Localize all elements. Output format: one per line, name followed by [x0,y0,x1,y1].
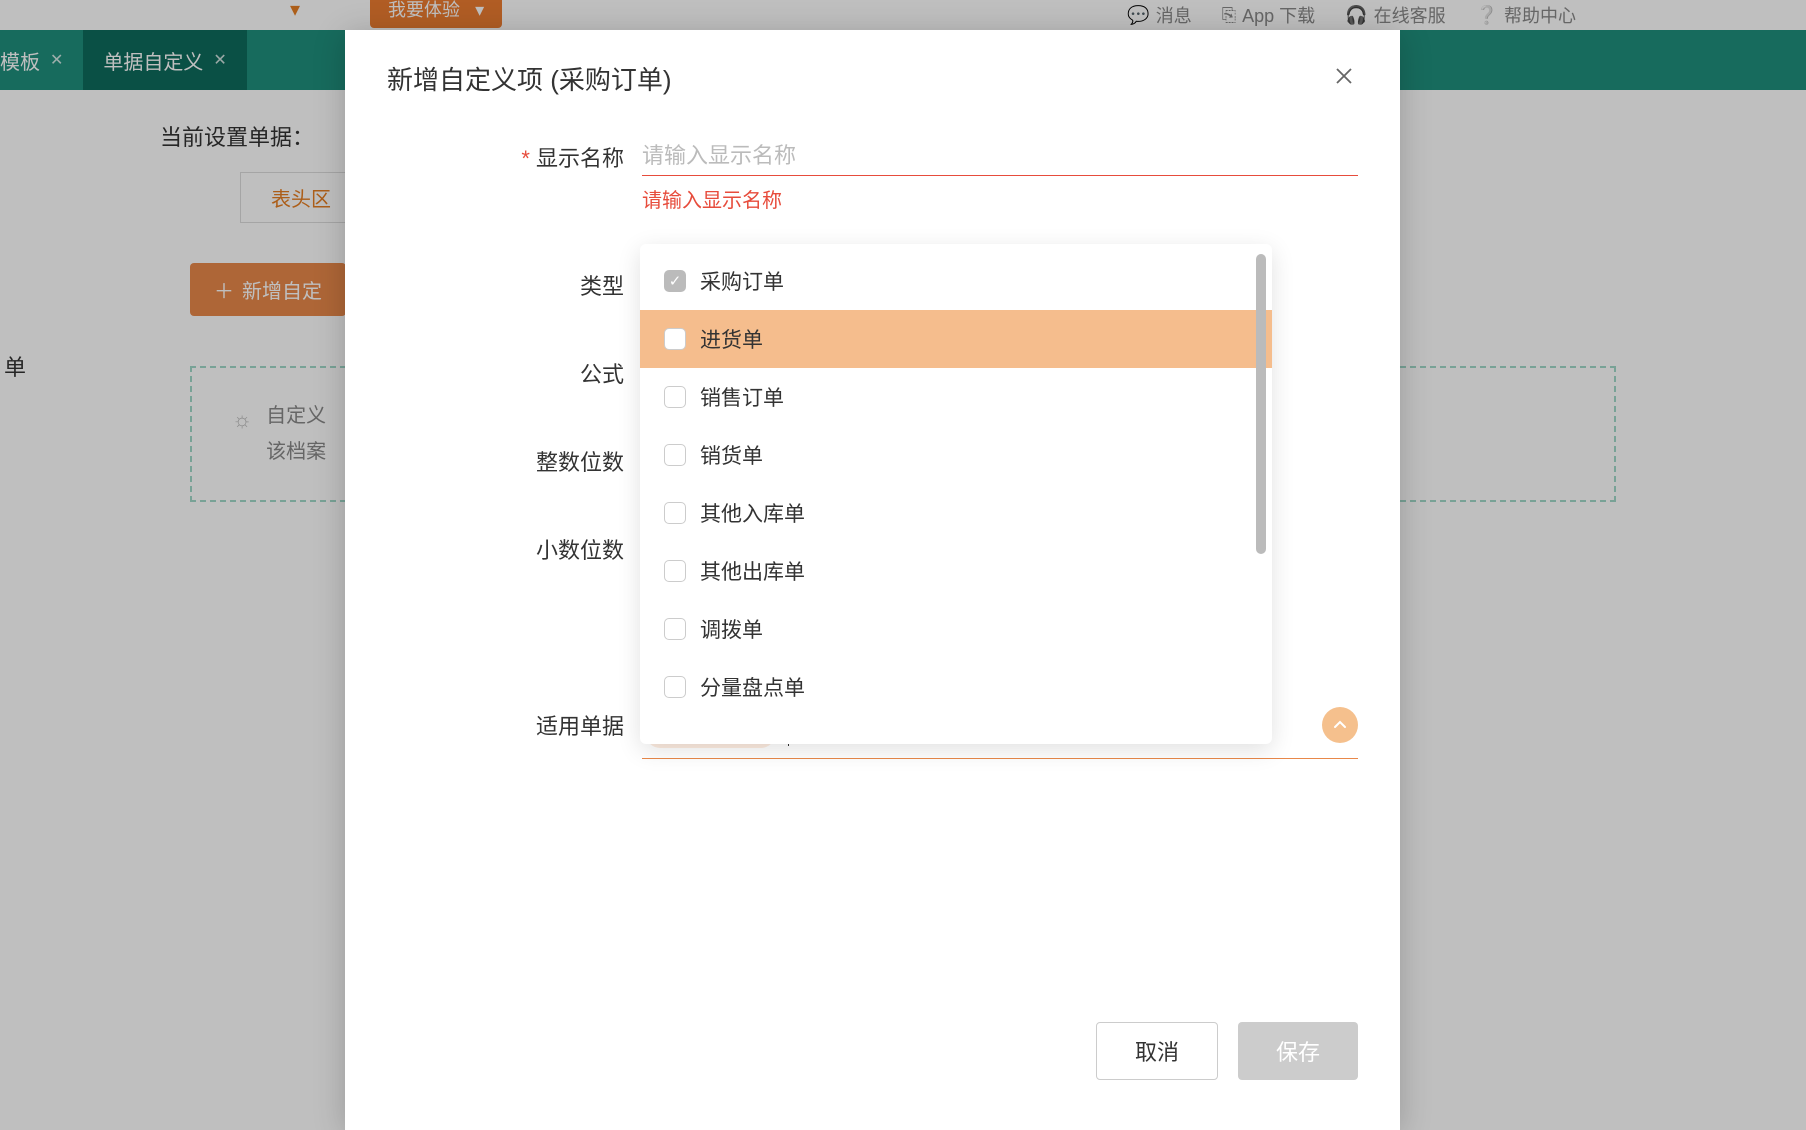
label-decimal-digits: 小数位数 [536,538,624,563]
checkbox-icon [664,386,686,408]
scrollbar-thumb[interactable] [1256,254,1266,554]
dropdown-option-label: 其他出库单 [700,556,805,586]
label-type: 类型 [580,274,624,299]
save-button[interactable]: 保存 [1238,1022,1358,1080]
checkbox-checked-icon: ✓ [664,270,686,292]
chevron-up-icon [1332,717,1348,733]
dropdown-option-label: 分量盘点单 [700,672,805,702]
cancel-button[interactable]: 取消 [1096,1022,1218,1080]
checkbox-icon [664,444,686,466]
checkbox-icon [664,676,686,698]
dropdown-option[interactable]: 进货单 [640,310,1272,368]
applicable-dropdown: ✓ 采购订单 进货单 销售订单 销货单 其他入库单 其他出库单 [640,244,1272,744]
dropdown-option-label: 其他入库单 [700,498,805,528]
cancel-label: 取消 [1135,1040,1179,1065]
dropdown-option-label: 销售订单 [700,382,784,412]
dropdown-option[interactable]: 分量盘点单 [640,658,1272,716]
checkbox-icon [664,560,686,582]
checkbox-icon [664,618,686,640]
dropdown-option[interactable]: 销售订单 [640,368,1272,426]
dropdown-option[interactable]: 调拨单 [640,600,1272,658]
checkbox-icon [664,502,686,524]
dropdown-option[interactable]: 其他入库单 [640,484,1272,542]
dropdown-option[interactable]: 其他出库单 [640,542,1272,600]
close-icon [1334,66,1354,86]
dropdown-toggle-button[interactable] [1322,707,1358,743]
dropdown-option-label: 调拨单 [700,614,763,644]
add-custom-modal: 新增自定义项 (采购订单) *显示名称 请输入显示名称 类型 公式 整数 [345,30,1400,1130]
checkbox-icon [664,328,686,350]
modal-title: 新增自定义项 (采购订单) [387,60,672,97]
dropdown-option-label: 进货单 [700,324,763,354]
label-display-name: 显示名称 [536,146,624,171]
dropdown-option-label: 采购订单 [700,266,784,296]
label-formula: 公式 [580,362,624,387]
label-applicable: 适用单据 [536,714,624,739]
dropdown-option[interactable]: 销货单 [640,426,1272,484]
save-label: 保存 [1276,1040,1320,1065]
display-name-input[interactable] [642,137,1358,176]
dropdown-option[interactable]: ✓ 采购订单 [640,252,1272,310]
modal-close-button[interactable] [1330,61,1358,97]
label-integer-digits: 整数位数 [536,450,624,475]
dropdown-option-label: 销货单 [700,440,763,470]
display-name-error: 请输入显示名称 [642,184,1358,213]
